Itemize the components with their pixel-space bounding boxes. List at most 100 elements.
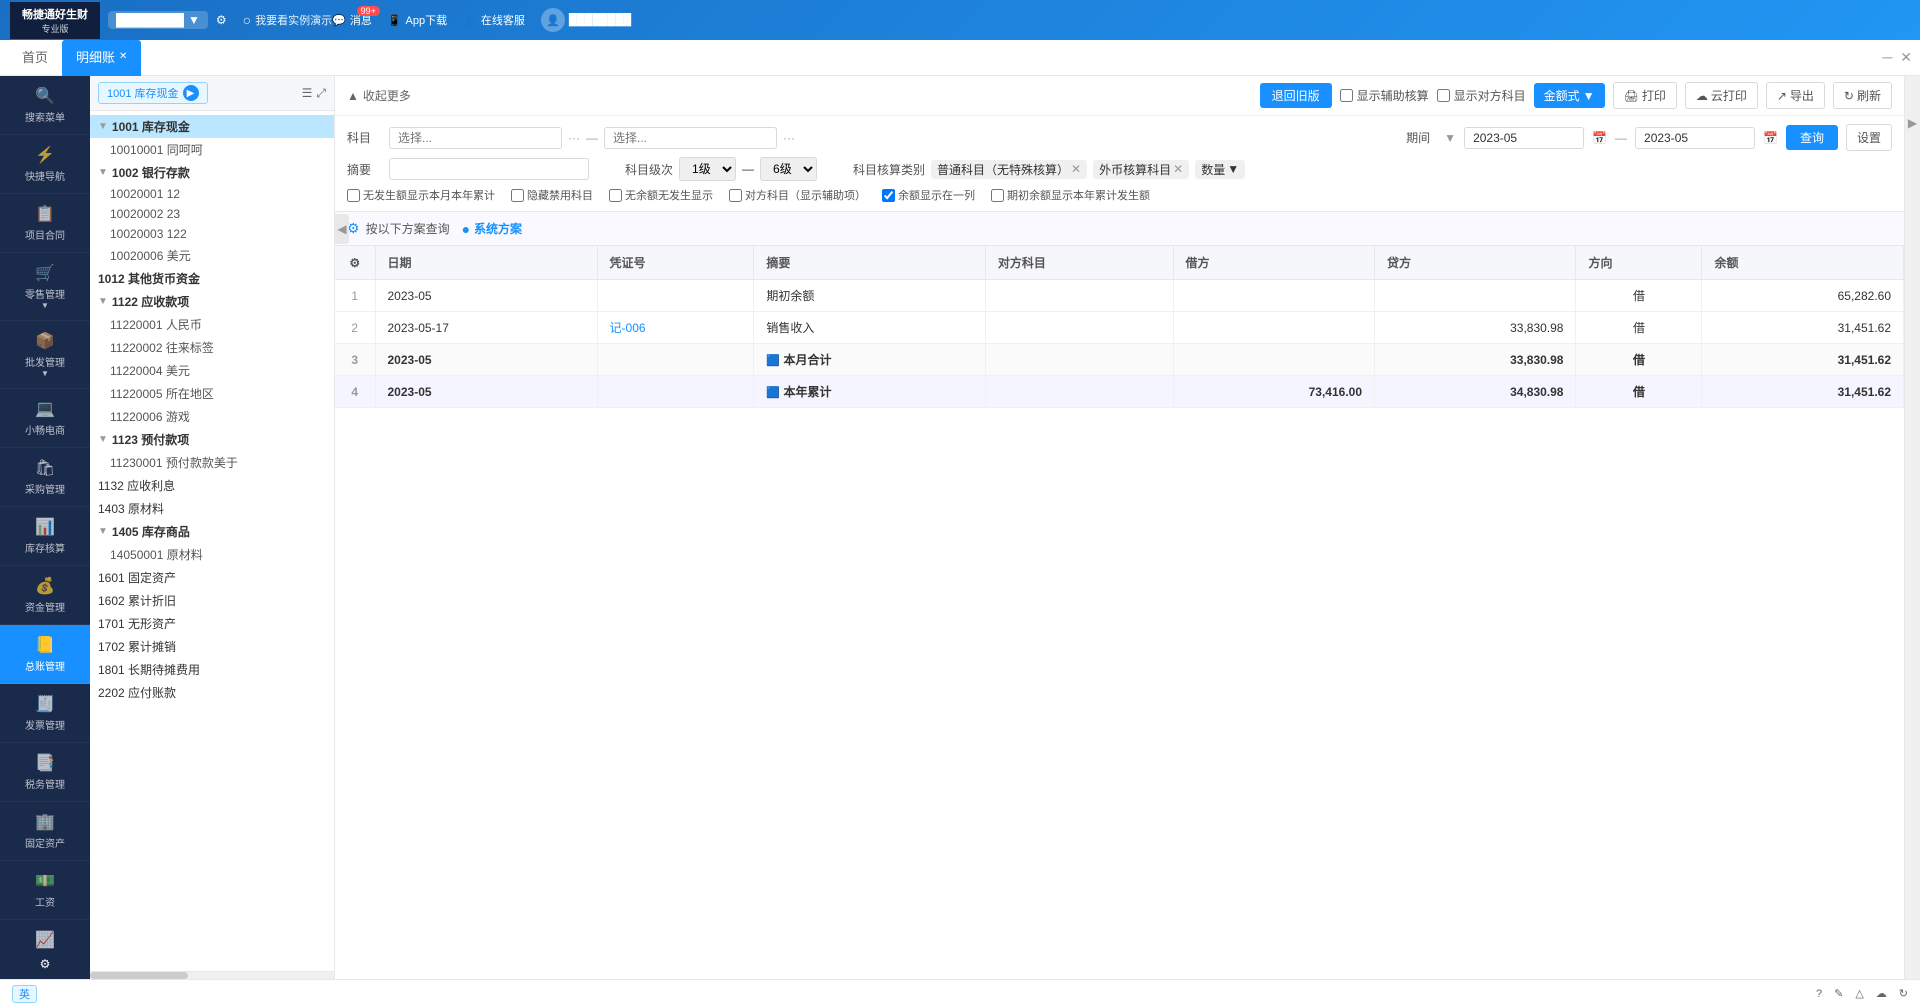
sidebar-item-shortcut[interactable]: ⚡ 快捷导航 [0,135,90,194]
filter-panel: ▲ 收起更多 退回旧版 显示辅助核算 显示对方科目 金额式 ▼ [335,76,1904,212]
company-selector[interactable]: ████████ ▼ [108,11,208,29]
sidebar-item-ledger[interactable]: 📒 总账管理 [0,625,90,684]
sidebar-item-search[interactable]: 🔍 搜索菜单 [0,76,90,135]
scheme-btn-system[interactable]: ● 系统方案 [462,216,522,241]
sidebar-item-wholesale[interactable]: 📦 批发管理 ▼ [0,321,90,389]
scheme-panel-collapse-icon[interactable]: ◀ [335,214,349,244]
tree-item-10020003[interactable]: 10020003 122 [90,224,334,244]
tree-item-1122[interactable]: ▼ 1122 应收款项 [90,290,334,313]
online-service-btn[interactable]: 👤 在线客服 [463,12,525,28]
tree-item-11220004[interactable]: 11220004 美元 [90,359,334,382]
cb-no-occurrence[interactable]: 无发生额显示本月本年累计 [347,187,495,203]
tab-home[interactable]: 首页 [8,40,62,76]
col-settings[interactable]: ⚙ [335,246,375,280]
user-btn[interactable]: 👤 ████████ [541,8,631,32]
status-refresh-icon[interactable]: ↻ [1899,987,1908,1000]
tree-label-11220002: 11220002 往来标签 [110,339,214,356]
cb-opposite-subject[interactable]: 对方科目（显示辅助项） [729,187,866,203]
list-view-icon[interactable]: ☰ [302,86,313,101]
tree-item-1002[interactable]: ▼ 1002 银行存款 [90,161,334,184]
status-help-icon[interactable]: ? [1816,988,1822,1000]
tab-detail[interactable]: 明细账 ✕ [62,40,141,76]
tree-item-11220005[interactable]: 11220005 所在地区 [90,382,334,405]
refresh-btn[interactable]: ↻ 刷新 [1833,82,1892,109]
tree-item-1132[interactable]: 1132 应收利息 [90,474,334,497]
voucher-link-2[interactable]: 记-006 [610,321,646,335]
tree-item-14050001[interactable]: 14050001 原材料 [90,543,334,566]
demo-link[interactable]: ○ 我要看实例演示 [243,12,332,28]
sidebar-item-assets[interactable]: 🏢 固定资产 [0,802,90,861]
tree-item-10010001[interactable]: 10010001 同呵呵 [90,138,334,161]
tree-item-11230001[interactable]: 11230001 预付款款美于 [90,451,334,474]
tree-item-1602[interactable]: 1602 累计折旧 [90,589,334,612]
sidebar-settings-btn[interactable]: ⚙ [0,949,90,979]
cb-opening-year[interactable]: 期初余额显示本年累计发生额 [991,187,1150,203]
tab-minimize-icon[interactable]: ─ [1882,49,1892,66]
right-collapse-panel[interactable]: ▶ [1904,76,1920,979]
period-from-input[interactable] [1464,127,1584,149]
period-to-calendar-icon[interactable]: 📅 [1763,131,1778,145]
tree-item-1701[interactable]: 1701 无形资产 [90,612,334,635]
current-account-display[interactable]: 1001 库存现金 ▶ [98,82,208,104]
export-btn[interactable]: ↗ 导出 [1766,82,1825,109]
tree-item-11220002[interactable]: 11220002 往来标签 [90,336,334,359]
level-to-select[interactable]: 6级 [760,157,817,181]
tree-item-11220006[interactable]: 11220006 游戏 [90,405,334,428]
cloud-print-btn[interactable]: ☁ 云打印 [1685,82,1758,109]
tree-item-1601[interactable]: 1601 固定资产 [90,566,334,589]
show-opposite-checkbox[interactable]: 显示对方科目 [1437,87,1526,104]
amount-style-btn[interactable]: 金额式 ▼ [1534,83,1605,108]
period-calendar-icon[interactable]: 📅 [1592,131,1607,145]
sidebar-item-invoice[interactable]: 🧾 发票管理 [0,684,90,743]
sidebar-item-capital[interactable]: 💰 资金管理 [0,566,90,625]
cb-balance-in-one[interactable]: 余额显示在一列 [882,187,975,203]
show-auxiliary-checkbox[interactable]: 显示辅助核算 [1340,87,1429,104]
tree-item-2202[interactable]: 2202 应付账款 [90,681,334,704]
tree-item-1012[interactable]: 1012 其他货币资金 [90,267,334,290]
tree-item-1403[interactable]: 1403 原材料 [90,497,334,520]
sidebar-item-inventory[interactable]: 📊 库存核算 [0,507,90,566]
tree-item-1001[interactable]: ▼ 1001 库存现金 [90,115,334,138]
tab-close-icon[interactable]: ✕ [119,51,127,62]
status-triangle-icon[interactable]: △ [1855,987,1863,1000]
status-translate-btn[interactable]: 英 [12,985,37,1003]
cb-hide-disabled[interactable]: 隐藏禁用科目 [511,187,593,203]
subject-to-input[interactable] [604,127,777,149]
sidebar-item-ecommerce[interactable]: 💻 小畅电商 [0,389,90,448]
tree-item-1123[interactable]: ▼ 1123 预付款项 [90,428,334,451]
cell-voucher-2[interactable]: 记-006 [597,312,754,344]
period-to-input[interactable] [1635,127,1755,149]
app-download-btn[interactable]: 📱 App下载 [388,12,447,28]
type-tag-2-close[interactable]: ✕ [1173,162,1183,176]
tree-scrollbar[interactable] [90,971,334,979]
cb-no-balance[interactable]: 无余额无发生显示 [609,187,713,203]
sidebar-item-retail[interactable]: 🛒 零售管理 ▼ [0,253,90,321]
type-tag-1-close[interactable]: ✕ [1071,162,1081,176]
tab-close-all-icon[interactable]: ✕ [1900,49,1912,66]
tree-item-1702[interactable]: 1702 累计摊销 [90,635,334,658]
sidebar-item-project[interactable]: 📋 项目合同 [0,194,90,253]
sidebar-item-purchase[interactable]: 🛍 采购管理 [0,448,90,507]
expand-icon[interactable]: ⤢ [316,86,326,101]
tree-item-10020001[interactable]: 10020001 12 [90,184,334,204]
query-btn[interactable]: 查询 [1786,125,1838,150]
subject-input[interactable] [389,127,562,149]
back-old-btn[interactable]: 退回旧版 [1260,83,1332,108]
settings-gear-icon[interactable]: ⚙ [216,13,227,27]
sidebar-item-salary[interactable]: 💵 工资 [0,861,90,920]
sidebar-item-ops[interactable]: 📈 经营管理 [0,920,90,949]
filter-toggle-btn[interactable]: ▲ 收起更多 [347,87,411,104]
tree-item-10020002[interactable]: 10020002 23 [90,204,334,224]
message-btn[interactable]: 💬 消息 99+ [332,12,372,28]
status-edit-icon[interactable]: ✎ [1834,987,1843,1000]
tree-item-10020006[interactable]: 10020006 美元 [90,244,334,267]
level-from-select[interactable]: 1级 [679,157,736,181]
status-cloud-icon[interactable]: ☁ [1876,987,1887,1000]
tree-item-1801[interactable]: 1801 长期待摊费用 [90,658,334,681]
settings-btn[interactable]: 设置 [1846,124,1892,151]
summary-input[interactable] [389,158,589,180]
tree-item-1405[interactable]: ▼ 1405 库存商品 [90,520,334,543]
print-btn[interactable]: 🖨 打印 [1613,82,1677,109]
tree-item-11220001[interactable]: 11220001 人民币 [90,313,334,336]
sidebar-item-tax[interactable]: 📑 税务管理 [0,743,90,802]
